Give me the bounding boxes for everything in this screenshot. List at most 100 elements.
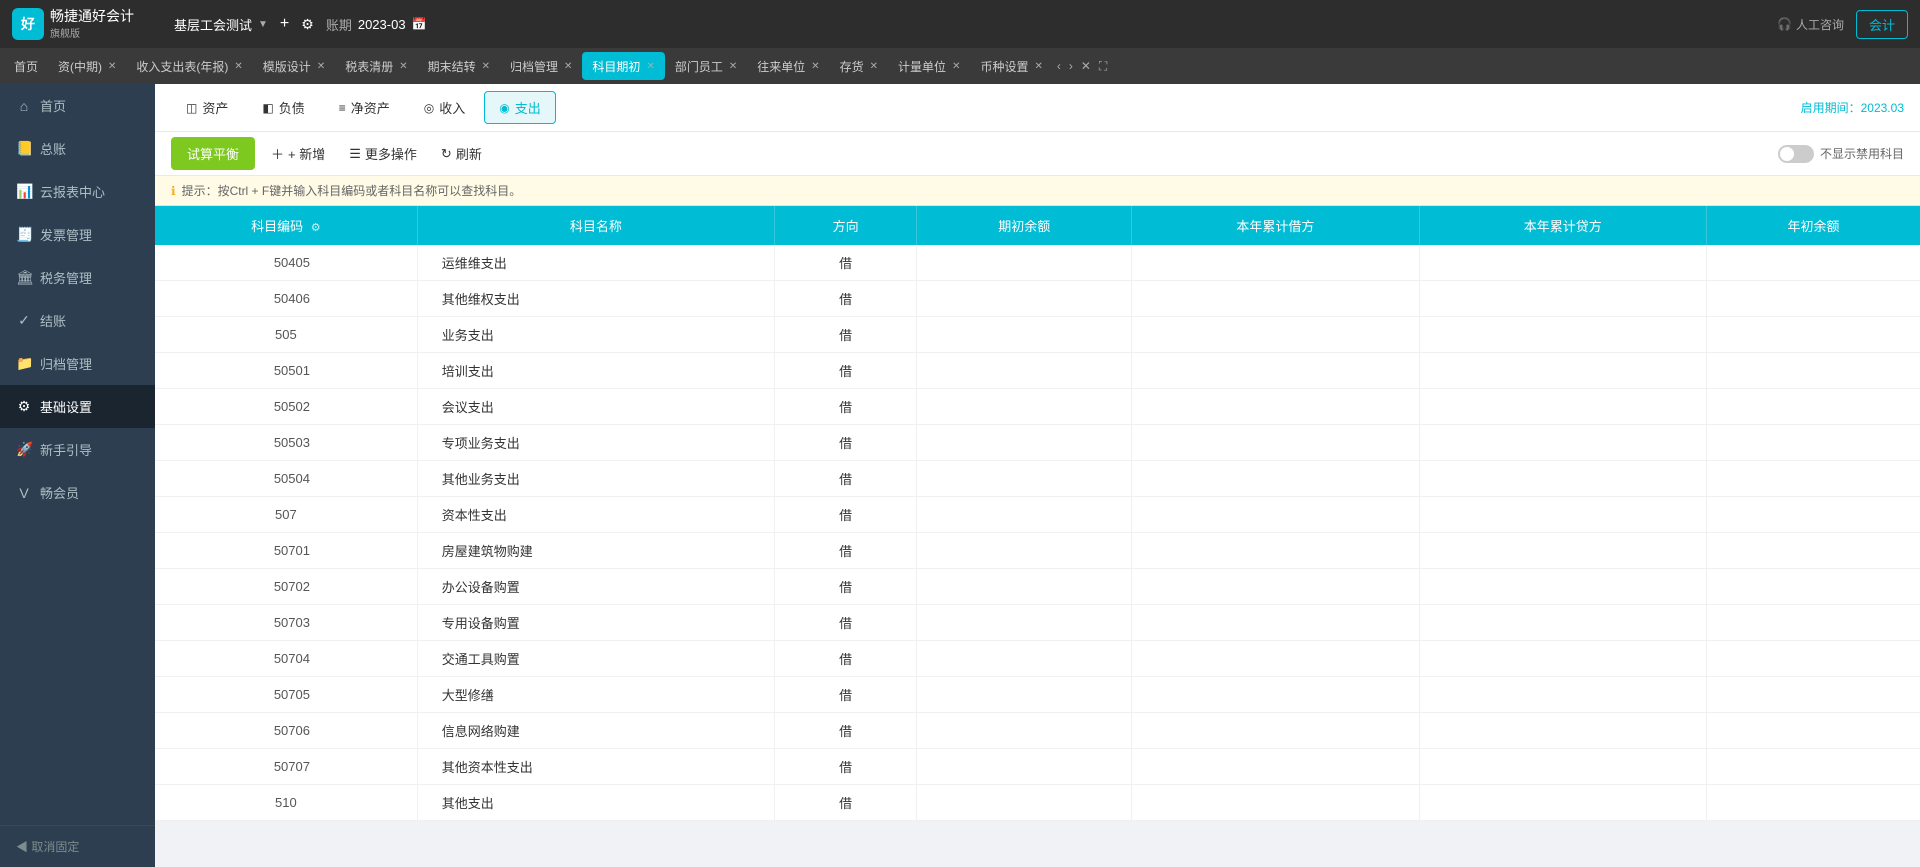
tab-subject-period[interactable]: 科目期初 ✕ bbox=[582, 52, 664, 80]
member-icon: V bbox=[16, 485, 32, 501]
tab-prev-button[interactable]: ‹ bbox=[1053, 59, 1065, 73]
cell-name: 信息网络购建 bbox=[417, 713, 774, 749]
sidebar-item-archive[interactable]: 📁 归档管理 bbox=[0, 342, 155, 385]
tab-income-annual[interactable]: 收入支出表(年报) ✕ bbox=[126, 52, 252, 80]
tab-next-button[interactable]: › bbox=[1065, 59, 1077, 73]
tab-close-archive[interactable]: ✕ bbox=[564, 61, 572, 72]
customer-service-btn[interactable]: 🎧 人工咨询 bbox=[1777, 16, 1844, 33]
cell-beginning-balance bbox=[1706, 713, 1920, 749]
tab-close-subject-period[interactable]: ✕ bbox=[646, 61, 654, 72]
account-type-button[interactable]: 会计 bbox=[1856, 10, 1908, 39]
top-header: 好 畅捷通好会计 旗舰版 基层工会测试 ▼ + ⚙ 账期 2023-03 📅 🎧… bbox=[0, 0, 1920, 48]
more-actions-button[interactable]: ☰ 更多操作 bbox=[341, 140, 425, 167]
sub-tab-liability[interactable]: ◧ 负债 bbox=[247, 91, 319, 124]
toggle-input[interactable] bbox=[1778, 145, 1814, 163]
sidebar-item-home[interactable]: ⌂ 首页 bbox=[0, 84, 155, 127]
sidebar-item-tax[interactable]: 🏛 税务管理 bbox=[0, 256, 155, 299]
tab-close-currency[interactable]: ✕ bbox=[1034, 61, 1042, 72]
refresh-button[interactable]: ↻ 刷新 bbox=[433, 140, 490, 167]
tab-department[interactable]: 部门员工 ✕ bbox=[665, 52, 747, 80]
settings-button[interactable]: ⚙ bbox=[301, 16, 314, 33]
table-row[interactable]: 50405运维维支出借 bbox=[155, 245, 1920, 281]
table-row[interactable]: 50503专项业务支出借 bbox=[155, 425, 1920, 461]
tab-maximize-button[interactable]: ⛶ bbox=[1095, 59, 1111, 74]
table-row[interactable]: 510其他支出借 bbox=[155, 785, 1920, 821]
cell-opening-balance bbox=[917, 497, 1132, 533]
tab-close-interim[interactable]: ✕ bbox=[108, 61, 116, 72]
add-company-button[interactable]: + bbox=[280, 15, 289, 33]
cell-opening-balance bbox=[917, 641, 1132, 677]
tab-close-template[interactable]: ✕ bbox=[317, 61, 325, 72]
tab-close-income-annual[interactable]: ✕ bbox=[234, 61, 242, 72]
table-row[interactable]: 50706信息网络购建借 bbox=[155, 713, 1920, 749]
sidebar-item-checkout[interactable]: ✓ 结账 bbox=[0, 299, 155, 342]
cell-direction: 借 bbox=[774, 677, 916, 713]
cell-opening-balance bbox=[917, 353, 1132, 389]
tab-counterpart[interactable]: 往来单位 ✕ bbox=[747, 52, 829, 80]
company-selector[interactable]: 基层工会测试 ▼ bbox=[174, 15, 268, 34]
table-row[interactable]: 50703专用设备购置借 bbox=[155, 605, 1920, 641]
cell-direction: 借 bbox=[774, 497, 916, 533]
invoice-icon: 🧾 bbox=[16, 226, 32, 243]
sub-tab-expense[interactable]: ◉ 支出 bbox=[484, 91, 556, 124]
tab-template[interactable]: 模版设计 ✕ bbox=[253, 52, 335, 80]
period-label: 账期 bbox=[326, 15, 352, 34]
cell-opening-balance bbox=[917, 245, 1132, 281]
tab-close-department[interactable]: ✕ bbox=[729, 61, 737, 72]
tab-period-end[interactable]: 期末结转 ✕ bbox=[418, 52, 500, 80]
calendar-icon[interactable]: 📅 bbox=[412, 17, 427, 31]
tab-archive[interactable]: 归档管理 ✕ bbox=[500, 52, 582, 80]
tab-home[interactable]: 首页 bbox=[4, 52, 48, 80]
table-row[interactable]: 50504其他业务支出借 bbox=[155, 461, 1920, 497]
table-row[interactable]: 50701房屋建筑物购建借 bbox=[155, 533, 1920, 569]
tab-currency[interactable]: 币种设置 ✕ bbox=[970, 52, 1052, 80]
table-row[interactable]: 50705大型修缮借 bbox=[155, 677, 1920, 713]
cell-ytd-debit bbox=[1132, 281, 1419, 317]
sidebar-item-report-center[interactable]: 📊 云报表中心 bbox=[0, 170, 155, 213]
tax-icon: 🏛 bbox=[16, 269, 32, 286]
table-row[interactable]: 505业务支出借 bbox=[155, 317, 1920, 353]
calc-balance-button[interactable]: 试算平衡 bbox=[171, 137, 255, 170]
table-row[interactable]: 50707其他资本性支出借 bbox=[155, 749, 1920, 785]
tab-close-tax-clear[interactable]: ✕ bbox=[399, 61, 407, 72]
tab-tax-clear[interactable]: 税表清册 ✕ bbox=[335, 52, 417, 80]
cell-name: 专项业务支出 bbox=[417, 425, 774, 461]
table-row[interactable]: 50704交通工具购置借 bbox=[155, 641, 1920, 677]
table-row[interactable]: 50406其他维权支出借 bbox=[155, 281, 1920, 317]
tab-inventory[interactable]: 存货 ✕ bbox=[830, 52, 888, 80]
sidebar-item-member[interactable]: V 畅会员 bbox=[0, 471, 155, 514]
column-settings-icon[interactable]: ⚙ bbox=[311, 221, 321, 234]
tab-close-unit[interactable]: ✕ bbox=[952, 61, 960, 72]
tab-close-all-button[interactable]: ✕ bbox=[1077, 59, 1095, 73]
sub-tab-income[interactable]: ◎ 收入 bbox=[409, 91, 481, 124]
add-button[interactable]: ＋ + 新增 bbox=[263, 140, 333, 167]
cell-opening-balance bbox=[917, 785, 1132, 821]
tab-interim[interactable]: 资(中期) ✕ bbox=[48, 52, 126, 80]
cell-direction: 借 bbox=[774, 317, 916, 353]
cell-name: 办公设备购置 bbox=[417, 569, 774, 605]
logo-text-area: 畅捷通好会计 旗舰版 bbox=[50, 8, 134, 40]
sub-tab-asset[interactable]: ◫ 资产 bbox=[171, 91, 243, 124]
table-row[interactable]: 50501培训支出借 bbox=[155, 353, 1920, 389]
tab-close-period-end[interactable]: ✕ bbox=[482, 61, 490, 72]
sidebar-collapse-btn[interactable]: ◀ 取消固定 bbox=[0, 825, 155, 867]
cell-ytd-debit bbox=[1132, 641, 1419, 677]
cell-direction: 借 bbox=[774, 533, 916, 569]
cell-direction: 借 bbox=[774, 749, 916, 785]
sidebar-item-guide[interactable]: 🚀 新手引导 bbox=[0, 428, 155, 471]
sidebar-item-label: 云报表中心 bbox=[40, 182, 105, 201]
table-row[interactable]: 50702办公设备购置借 bbox=[155, 569, 1920, 605]
expense-icon: ◉ bbox=[499, 101, 509, 115]
table-row[interactable]: 50502会议支出借 bbox=[155, 389, 1920, 425]
sidebar-item-basic-settings[interactable]: ⚙ 基础设置 bbox=[0, 385, 155, 428]
sub-tab-net-asset[interactable]: ≡ 净资产 bbox=[324, 91, 405, 124]
toggle-disabled-subjects[interactable]: 不显示禁用科目 bbox=[1778, 145, 1904, 163]
cell-beginning-balance bbox=[1706, 461, 1920, 497]
sidebar-item-general-ledger[interactable]: 📒 总账 bbox=[0, 127, 155, 170]
tab-close-counterpart[interactable]: ✕ bbox=[811, 61, 819, 72]
table-row[interactable]: 507资本性支出借 bbox=[155, 497, 1920, 533]
tab-unit[interactable]: 计量单位 ✕ bbox=[888, 52, 970, 80]
sidebar-item-invoice[interactable]: 🧾 发票管理 bbox=[0, 213, 155, 256]
tab-close-inventory[interactable]: ✕ bbox=[870, 61, 878, 72]
checkout-icon: ✓ bbox=[16, 312, 32, 329]
